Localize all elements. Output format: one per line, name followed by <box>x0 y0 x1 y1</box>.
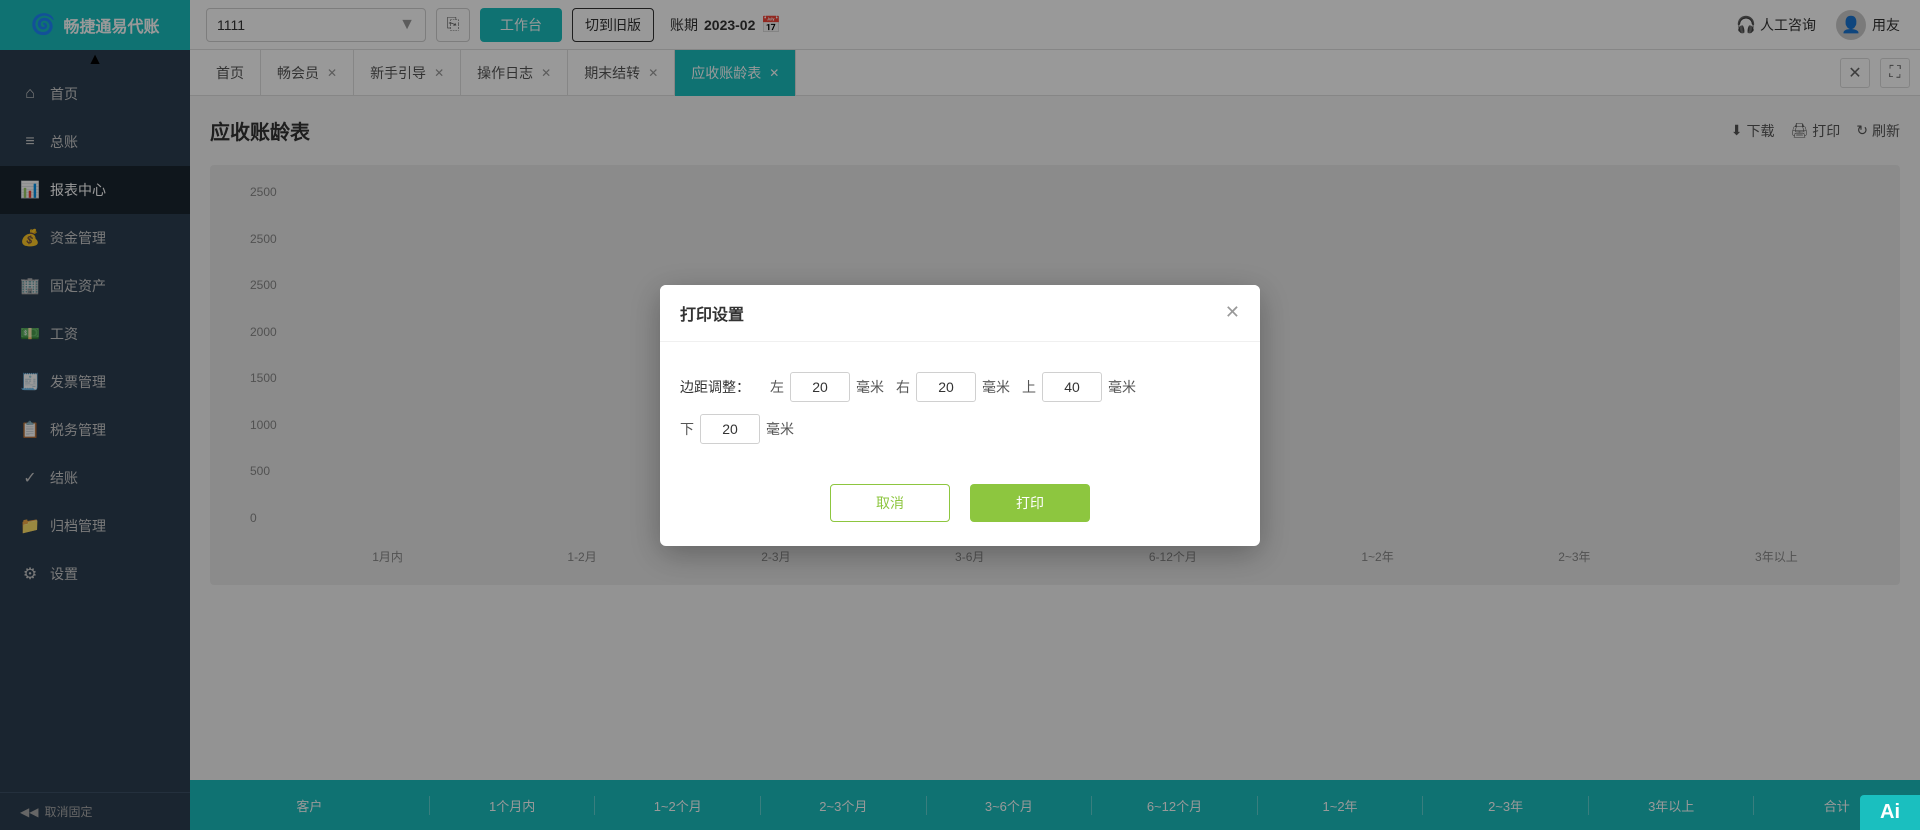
right-margin-input[interactable] <box>916 372 976 402</box>
bottom-margin-group: 下 毫米 <box>680 414 794 444</box>
right-unit: 毫米 <box>982 377 1010 397</box>
top-label: 上 <box>1022 377 1036 397</box>
bottom-margin-input[interactable] <box>700 414 760 444</box>
bottom-unit: 毫米 <box>766 419 794 439</box>
dialog-close-button[interactable]: ✕ <box>1225 302 1240 323</box>
cancel-button[interactable]: 取消 <box>830 484 950 522</box>
left-label: 左 <box>770 377 784 397</box>
top-unit: 毫米 <box>1108 377 1136 397</box>
margin-label: 边距调整： <box>680 377 750 397</box>
left-margin-input[interactable] <box>790 372 850 402</box>
dialog-title: 打印设置 <box>680 301 744 325</box>
modal-backdrop: 打印设置 ✕ 边距调整： 左 毫米 右 毫米 上 毫米 <box>0 0 1920 830</box>
right-label: 右 <box>896 377 910 397</box>
dialog-header: 打印设置 ✕ <box>660 285 1260 342</box>
bottom-label: 下 <box>680 419 694 439</box>
confirm-print-button[interactable]: 打印 <box>970 484 1090 522</box>
top-margin-input[interactable] <box>1042 372 1102 402</box>
right-margin-group: 右 毫米 <box>896 372 1010 402</box>
left-margin-group: 左 毫米 <box>770 372 884 402</box>
top-margin-group: 上 毫米 <box>1022 372 1136 402</box>
dialog-footer: 取消 打印 <box>660 474 1260 546</box>
dialog-body: 边距调整： 左 毫米 右 毫米 上 毫米 下 <box>660 342 1260 474</box>
left-unit: 毫米 <box>856 377 884 397</box>
print-settings-dialog: 打印设置 ✕ 边距调整： 左 毫米 右 毫米 上 毫米 <box>660 285 1260 546</box>
margin-row: 边距调整： 左 毫米 右 毫米 上 毫米 下 <box>680 372 1240 444</box>
ai-tag[interactable]: Ai <box>1860 795 1920 830</box>
